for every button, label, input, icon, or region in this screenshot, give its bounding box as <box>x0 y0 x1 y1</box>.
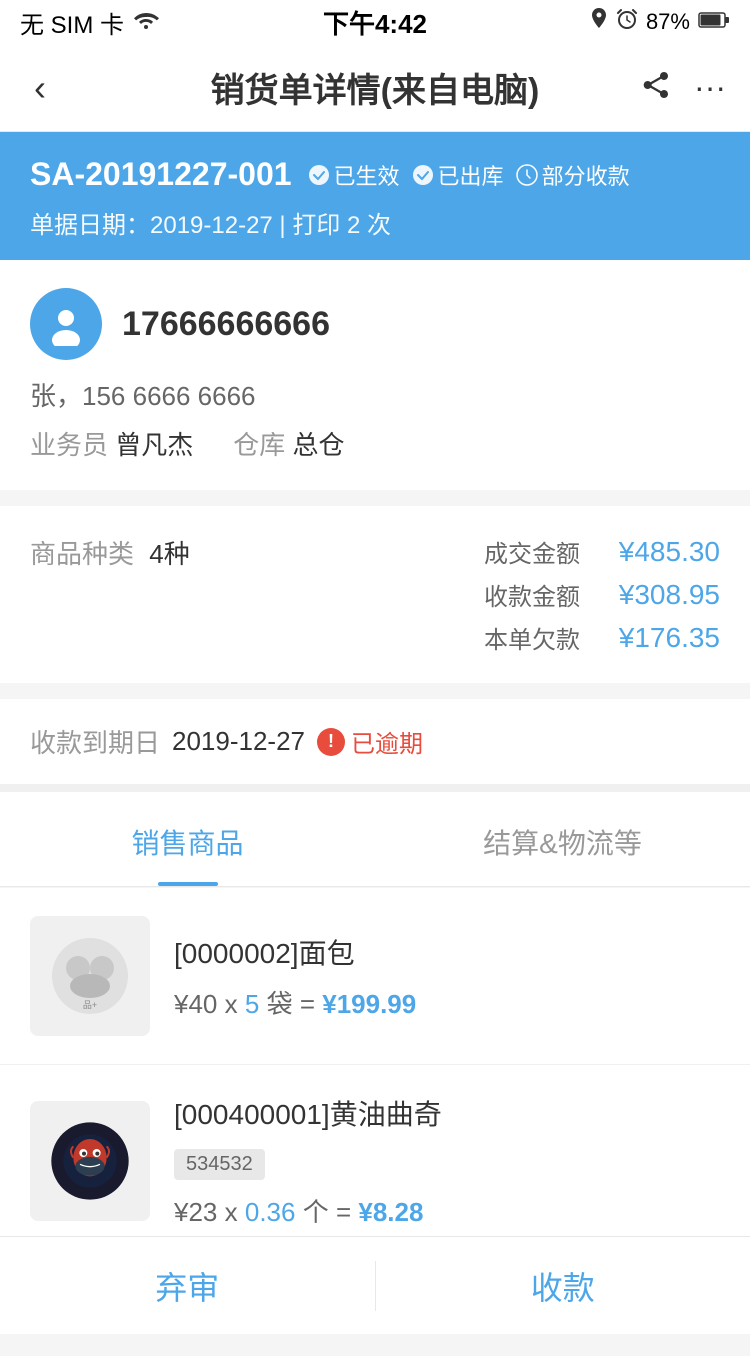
battery-icon <box>698 9 730 35</box>
due-date: 2019-12-27 <box>172 726 305 757</box>
category-label: 商品种类 <box>30 539 134 569</box>
avatar <box>30 288 102 360</box>
tab-sales-products[interactable]: 销售商品 <box>0 792 375 886</box>
more-icon[interactable]: ··· <box>694 69 726 106</box>
bottom-bar: 弃审 收款 <box>0 1236 750 1334</box>
cancel-button[interactable]: 弃审 <box>0 1237 375 1334</box>
products-section: 品+ [0000002]面包 ¥40 x 5 袋 = ¥199.99 <box>0 888 750 1258</box>
product-price-2: ¥23 <box>174 1197 217 1227</box>
stats-left: 商品种类 4种 <box>30 534 190 571</box>
product-price-row-2: ¥23 x 0.36 个 = ¥8.28 <box>174 1192 720 1229</box>
product-qty-2: 0.36 <box>245 1197 296 1227</box>
transaction-value: ¥485.30 <box>600 536 720 568</box>
customer-meta: 业务员 曾凡杰 仓库 总仓 <box>30 425 720 462</box>
product-unit-2: 个 <box>303 1197 329 1227</box>
transaction-label: 成交金额 <box>484 534 580 569</box>
order-date-row: 单据日期：2019-12-27 | 打印 2 次 <box>30 205 720 240</box>
order-id: SA-20191227-001 <box>30 156 292 193</box>
owed-row: 本单欠款 ¥176.35 <box>484 620 720 655</box>
product-price-row-1: ¥40 x 5 袋 = ¥199.99 <box>174 984 720 1021</box>
customer-row: 17666666666 <box>30 288 720 360</box>
received-row: 收款金额 ¥308.95 <box>484 577 720 612</box>
category-count: 4种 <box>149 539 189 569</box>
status-bar: 无 SIM 卡 下午4:42 87% <box>0 0 750 44</box>
status-delivered: 已出库 <box>412 159 504 191</box>
received-label: 收款金额 <box>484 577 580 612</box>
product-name-2: [000400001]黄油曲奇 <box>174 1093 720 1133</box>
product-total-2: ¥8.28 <box>358 1197 423 1227</box>
salesperson-label: 业务员 <box>30 430 108 460</box>
product-unit-1: 袋 <box>267 989 293 1019</box>
product-total-1: ¥199.99 <box>322 989 416 1019</box>
product-info-1: [0000002]面包 ¥40 x 5 袋 = ¥199.99 <box>174 932 720 1021</box>
nav-actions: ··· <box>642 69 726 106</box>
owed-label: 本单欠款 <box>484 620 580 655</box>
status-effective: 已生效 <box>308 159 400 191</box>
wifi-icon <box>132 8 160 36</box>
customer-detail: 张，156 6666 6666 <box>30 376 720 413</box>
status-right: 87% <box>590 8 730 36</box>
battery-level: 87% <box>646 9 690 35</box>
status-left: 无 SIM 卡 <box>20 5 160 40</box>
print-info: | 打印 2 次 <box>273 212 391 239</box>
alarm-icon <box>616 8 638 36</box>
status-time: 下午4:42 <box>323 4 427 41</box>
product-item-2: [000400001]黄油曲奇 534532 ¥23 x 0.36 个 = ¥8… <box>0 1065 750 1258</box>
due-section: 收款到期日 2019-12-27 ! 已逾期 <box>0 699 750 792</box>
warehouse-value: 总仓 <box>293 430 345 460</box>
status-payment: 部分收款 <box>516 159 630 191</box>
nav-bar: ‹ 销货单详情(来自电脑) ··· <box>0 44 750 132</box>
product-item-1: 品+ [0000002]面包 ¥40 x 5 袋 = ¥199.99 <box>0 888 750 1065</box>
product-name-1: [0000002]面包 <box>174 932 720 972</box>
carrier-label: 无 SIM 卡 <box>20 5 124 40</box>
salesperson-info: 业务员 曾凡杰 <box>30 425 193 462</box>
warehouse-info: 仓库 总仓 <box>233 425 344 462</box>
share-icon[interactable] <box>642 69 670 106</box>
product-price-1: ¥40 <box>174 989 217 1019</box>
date-label: 单据日期： <box>30 212 150 239</box>
due-label: 收款到期日 <box>30 723 160 760</box>
stats-right: 成交金额 ¥485.30 收款金额 ¥308.95 本单欠款 ¥176.35 <box>484 534 720 655</box>
tab-settlement[interactable]: 结算&物流等 <box>375 792 750 886</box>
salesperson-value: 曾凡杰 <box>115 430 193 460</box>
received-value: ¥308.95 <box>600 579 720 611</box>
transaction-row: 成交金额 ¥485.30 <box>484 534 720 569</box>
page-title: 销货单详情(来自电脑) <box>211 63 540 112</box>
tabs-section: 销售商品 结算&物流等 <box>0 792 750 887</box>
order-header: SA-20191227-001 已生效 已出库 部分收款 单据日期：2019-1… <box>0 132 750 260</box>
customer-section: 17666666666 张，156 6666 6666 业务员 曾凡杰 仓库 总… <box>0 260 750 490</box>
product-tag-2: 534532 <box>174 1149 265 1180</box>
owed-value: ¥176.35 <box>600 622 720 654</box>
warehouse-label: 仓库 <box>233 430 285 460</box>
product-image-1: 品+ <box>30 916 150 1036</box>
status-badges: 已生效 已出库 部分收款 <box>308 159 630 191</box>
customer-name: 17666666666 <box>122 305 330 344</box>
order-date: 2019-12-27 <box>150 212 273 239</box>
product-info-2: [000400001]黄油曲奇 534532 ¥23 x 0.36 个 = ¥8… <box>174 1093 720 1229</box>
product-qty-1: 5 <box>245 989 259 1019</box>
back-button[interactable]: ‹ <box>24 57 56 119</box>
order-id-row: SA-20191227-001 已生效 已出库 部分收款 <box>30 156 720 193</box>
confirm-button[interactable]: 收款 <box>376 1237 750 1334</box>
product-image-2 <box>30 1101 150 1221</box>
overdue-badge: ! 已逾期 <box>317 724 423 759</box>
stats-section: 商品种类 4种 成交金额 ¥485.30 收款金额 ¥308.95 本单欠款 ¥… <box>0 506 750 683</box>
overdue-text: 已逾期 <box>351 724 423 759</box>
location-icon <box>590 8 608 36</box>
overdue-icon: ! <box>317 728 345 756</box>
svg-text:品+: 品+ <box>83 1000 97 1010</box>
